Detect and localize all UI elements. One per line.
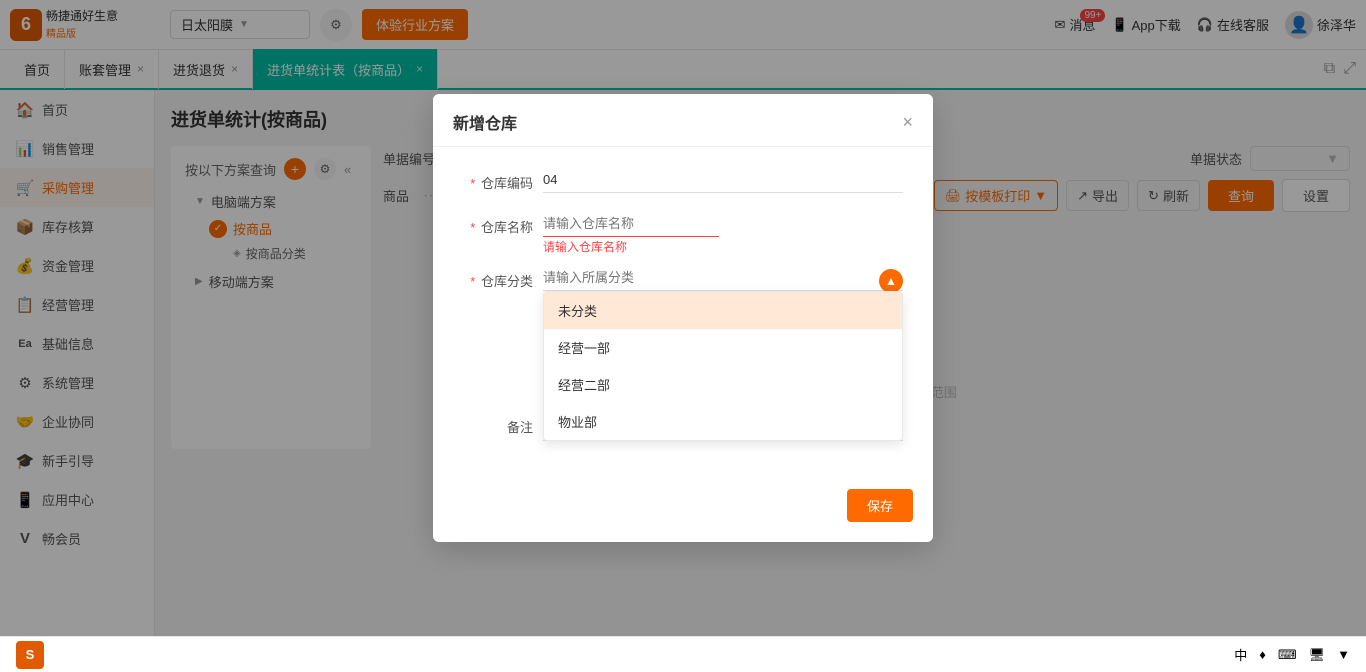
code-input[interactable] — [543, 167, 903, 193]
modal-close-button[interactable]: × — [902, 112, 913, 133]
chevron-down-bottom-icon[interactable]: ▼ — [1337, 647, 1350, 662]
dropdown-item-dept2[interactable]: 经营二部 — [544, 366, 902, 403]
name-field-row: * 仓库名称 请输入仓库名称 — [463, 211, 903, 237]
modal-body: * 仓库编码 * 仓库名称 请输入仓库名称 * — [433, 147, 933, 479]
code-label: * 仓库编码 — [463, 167, 543, 192]
category-label-text: 仓库分类 — [481, 274, 533, 289]
keyboard-icon[interactable]: ⌨ — [1278, 647, 1297, 663]
category-input-wrap: ▲ 未分类 经营一部 经营二部 物业部 — [543, 265, 903, 291]
add-warehouse-modal: 新增仓库 × * 仓库编码 * 仓库名称 请输入仓库名称 — [433, 94, 933, 542]
lang-icon[interactable]: 中 — [1234, 645, 1247, 664]
dropdown-item-dept3[interactable]: 物业部 — [544, 403, 902, 440]
name-error-message: 请输入仓库名称 — [543, 238, 627, 255]
diamond-icon[interactable]: ♦ — [1259, 647, 1266, 662]
modal-footer: 保存 — [433, 479, 933, 542]
save-button[interactable]: 保存 — [847, 489, 913, 522]
category-required-mark: * — [470, 274, 475, 289]
name-input-wrap: 请输入仓库名称 — [543, 211, 903, 237]
bottom-bar: S 中 ♦ ⌨ 🖥 ▼ — [0, 636, 1366, 672]
name-required-mark: * — [470, 220, 475, 235]
modal-title: 新增仓库 — [453, 110, 517, 134]
code-required-mark: * — [470, 176, 475, 191]
code-label-text: 仓库编码 — [481, 176, 533, 191]
name-input[interactable] — [543, 211, 719, 237]
category-dropdown: 未分类 经营一部 经营二部 物业部 — [543, 291, 903, 441]
category-label: * 仓库分类 — [463, 265, 543, 290]
category-toggle-button[interactable]: ▲ — [879, 269, 903, 293]
dropdown-item-dept1[interactable]: 经营一部 — [544, 329, 902, 366]
remark-label-text: 备注 — [507, 420, 533, 435]
display-icon[interactable]: 🖥 — [1309, 647, 1326, 663]
category-input[interactable] — [543, 265, 903, 291]
bottom-left: S — [16, 641, 44, 669]
name-label: * 仓库名称 — [463, 211, 543, 236]
name-label-text: 仓库名称 — [481, 220, 533, 235]
modal-header: 新增仓库 × — [433, 94, 933, 147]
category-field-row: * 仓库分类 ▲ 未分类 经营一部 经营二部 物业部 — [463, 265, 903, 291]
bottom-right: 中 ♦ ⌨ 🖥 ▼ — [1234, 645, 1350, 664]
dropdown-item-uncategorized[interactable]: 未分类 — [544, 292, 902, 329]
sogou-logo: S — [16, 641, 44, 669]
code-field-row: * 仓库编码 — [463, 167, 903, 193]
remark-label: 备注 — [463, 411, 543, 436]
modal-overlay: 新增仓库 × * 仓库编码 * 仓库名称 请输入仓库名称 — [0, 0, 1366, 636]
